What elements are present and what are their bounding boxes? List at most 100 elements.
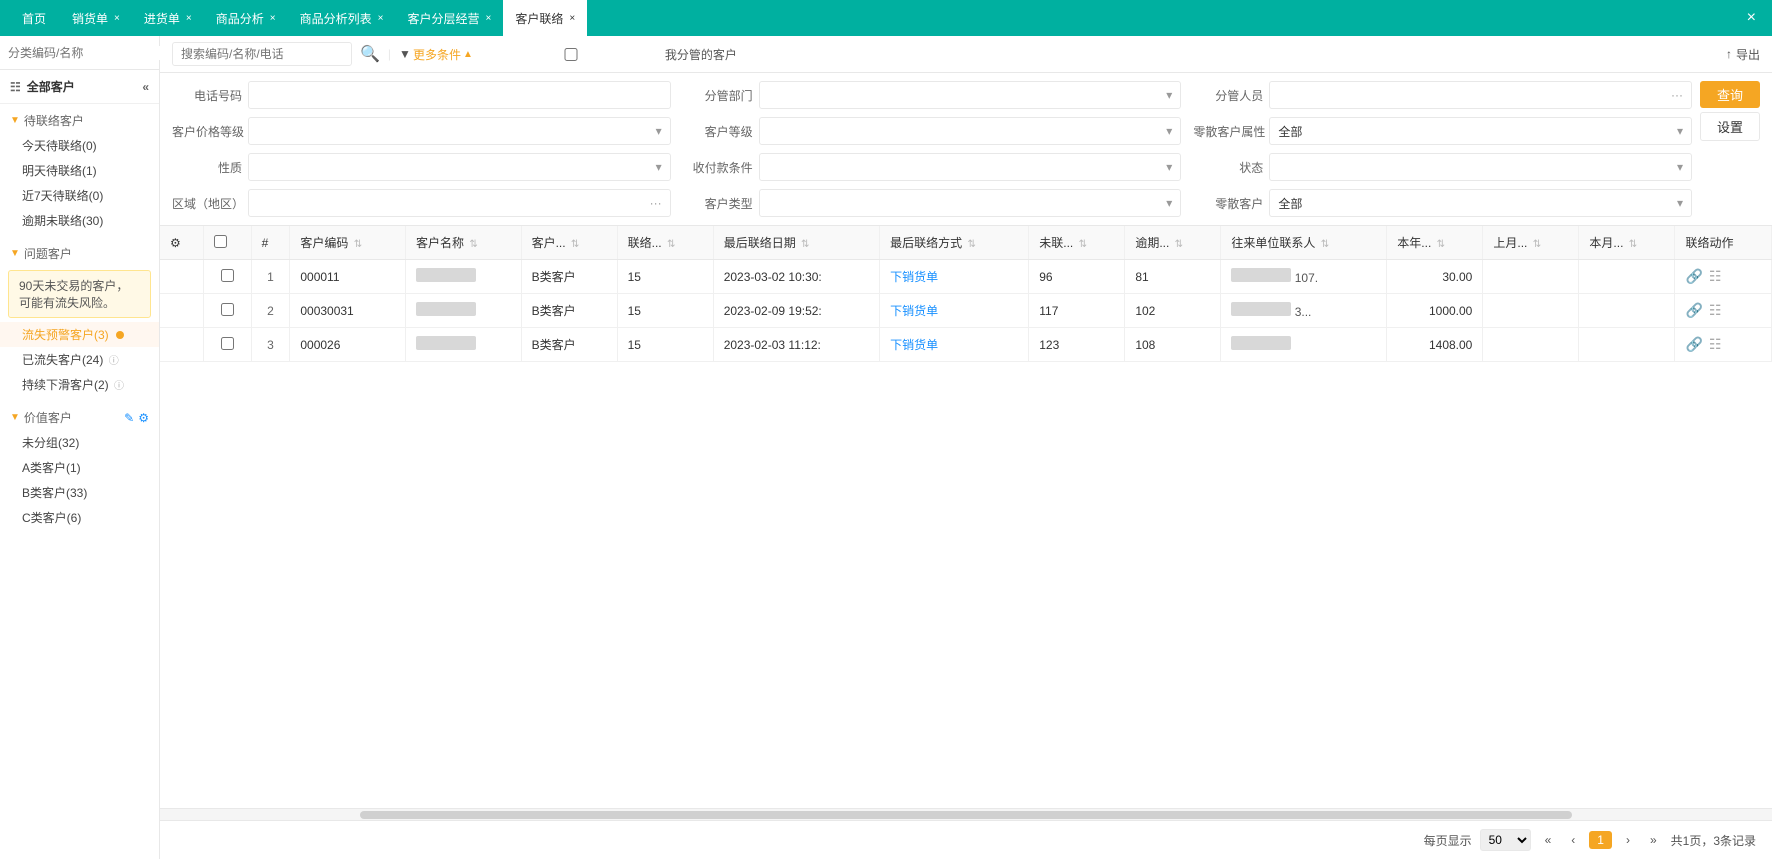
export-button[interactable]: ↑ 导出 <box>1726 46 1760 63</box>
tab-customer-tier[interactable]: 客户分层经营 × <box>395 0 503 36</box>
col-type-header[interactable]: 客户... ⇅ <box>521 226 617 260</box>
row-type-2: B类客户 <box>521 328 617 362</box>
my-customers-checkbox[interactable]: 我分管的客户 <box>481 46 737 63</box>
window-close-button[interactable]: × <box>1739 9 1764 27</box>
tab-purchase[interactable]: 进货单 × <box>132 0 204 36</box>
row-checkbox-1[interactable] <box>204 294 252 328</box>
payment-input[interactable]: ▾ <box>759 153 1182 181</box>
valued-edit-icon[interactable]: ✎ <box>124 411 134 425</box>
sidebar-item-b-class[interactable]: B类客户(33) <box>0 480 159 505</box>
region-input[interactable]: ··· <box>248 189 671 217</box>
row-link-icon-1[interactable]: 🔗 <box>1685 302 1702 319</box>
col-code-header[interactable]: 客户编码 ⇅ <box>290 226 406 260</box>
dropdown-arrow-icon-8: ▾ <box>1677 160 1683 174</box>
tab-sales-close[interactable]: × <box>114 13 120 24</box>
prev-page-btn[interactable]: ‹ <box>1565 831 1581 849</box>
sidebar-search-input[interactable] <box>8 46 163 60</box>
row-last-method-2[interactable]: 下销货单 <box>880 328 1029 362</box>
tab-analysis-list-close[interactable]: × <box>378 13 384 24</box>
atrisk-tooltip: 90天未交易的客户，可能有流失风险。 <box>8 270 151 318</box>
row-grid-icon-0[interactable]: ☷ <box>1709 268 1722 285</box>
tab-analysis-close[interactable]: × <box>270 13 276 24</box>
col-this-month-header[interactable]: 本月... ⇅ <box>1579 226 1675 260</box>
row-link-icon-2[interactable]: 🔗 <box>1685 336 1702 353</box>
tab-customer-tier-close[interactable]: × <box>485 13 491 24</box>
sidebar-item-churn-warning[interactable]: 流失预警客户(3) <box>0 322 159 347</box>
tab-sales[interactable]: 销货单 × <box>60 0 132 36</box>
tab-customer-contact-close[interactable]: × <box>569 13 575 24</box>
sidebar-item-ungrouped[interactable]: 未分组(32) <box>0 430 159 455</box>
sidebar-section-atrisk-title[interactable]: ▼ 问题客户 <box>0 241 159 266</box>
search-button[interactable]: 🔍 <box>360 44 380 64</box>
settings-button[interactable]: 设置 <box>1700 112 1760 141</box>
tab-purchase-close[interactable]: × <box>186 13 192 24</box>
status-input[interactable]: ▾ <box>1269 153 1692 181</box>
sidebar-collapse-icon[interactable]: « <box>142 80 149 94</box>
select-all-checkbox[interactable] <box>214 235 227 248</box>
sidebar-section-pending-title[interactable]: ▼ 待联络客户 <box>0 108 159 133</box>
per-page-select[interactable]: 50 100 200 <box>1480 829 1531 851</box>
sidebar-item-churned[interactable]: 已流失客户(24) ⓘ <box>0 347 159 372</box>
row-grid-icon-2[interactable]: ☷ <box>1709 336 1722 353</box>
customer-type-input[interactable]: ▾ <box>759 189 1182 217</box>
sidebar-item-a-class[interactable]: A类客户(1) <box>0 455 159 480</box>
row-code-1: 00030031 <box>290 294 406 328</box>
retail-attr-input[interactable]: 全部 ▾ <box>1269 117 1692 145</box>
horizontal-scrollbar[interactable] <box>160 808 1772 820</box>
col-name-header[interactable]: 客户名称 ⇅ <box>405 226 521 260</box>
row-contact-person-2 <box>1221 328 1387 362</box>
row-check-0[interactable] <box>221 269 234 282</box>
row-link-icon-0[interactable]: 🔗 <box>1685 268 1702 285</box>
col-last-contact-method-header[interactable]: 最后联络方式 ⇅ <box>880 226 1029 260</box>
tab-analysis-list[interactable]: 商品分析列表 × <box>288 0 396 36</box>
dropdown-arrow-icon-7: ▾ <box>1166 160 1172 174</box>
col-last-contact-date-header[interactable]: 最后联络日期 ⇅ <box>713 226 879 260</box>
row-checkbox-0[interactable] <box>204 260 252 294</box>
row-check-2[interactable] <box>221 337 234 350</box>
sidebar-all-customers-header[interactable]: ☷ 全部客户 « <box>0 70 159 104</box>
row-checkbox-2[interactable] <box>204 328 252 362</box>
row-check-1[interactable] <box>221 303 234 316</box>
phone-input[interactable] <box>248 81 671 109</box>
first-page-btn[interactable]: « <box>1539 831 1558 849</box>
row-overdue-2: 108 <box>1125 328 1221 362</box>
nature-input[interactable]: ▾ <box>248 153 671 181</box>
sidebar-item-c-class[interactable]: C类客户(6) <box>0 505 159 530</box>
valued-section-label: 价值客户 <box>24 409 72 426</box>
col-this-year-header[interactable]: 本年... ⇅ <box>1387 226 1483 260</box>
manager-input[interactable]: ··· <box>1269 81 1692 109</box>
valued-settings-icon[interactable]: ⚙ <box>138 411 149 425</box>
row-last-method-0[interactable]: 下销货单 <box>880 260 1029 294</box>
col-last-month-header[interactable]: 上月... ⇅ <box>1483 226 1579 260</box>
customer-level-input[interactable]: ▾ <box>759 117 1182 145</box>
last-page-btn[interactable]: » <box>1644 831 1663 849</box>
sidebar-item-today-pending[interactable]: 今天待联络(0) <box>0 133 159 158</box>
col-uncontacted-header[interactable]: 未联... ⇅ <box>1029 226 1125 260</box>
price-level-input[interactable]: ▾ <box>248 117 671 145</box>
sidebar-item-overdue-pending[interactable]: 逾期未联络(30) <box>0 208 159 233</box>
sort-icon-4: ⇅ <box>667 239 675 250</box>
sidebar-section-valued-title[interactable]: ▼ 价值客户 ✎ ⚙ <box>0 405 159 430</box>
col-settings-header[interactable]: ⚙ <box>160 226 204 260</box>
row-last-method-1[interactable]: 下销货单 <box>880 294 1029 328</box>
next-page-btn[interactable]: › <box>1620 831 1636 849</box>
tab-customer-contact[interactable]: 客户联络 × <box>503 0 587 36</box>
col-overdue-header[interactable]: 逾期... ⇅ <box>1125 226 1221 260</box>
retail-input[interactable]: 全部 ▾ <box>1269 189 1692 217</box>
sidebar-item-tomorrow-pending[interactable]: 明天待联络(1) <box>0 158 159 183</box>
my-customers-check[interactable] <box>481 48 661 61</box>
more-conditions-button[interactable]: ▼ 更多条件 ▲ <box>399 46 473 63</box>
row-number-2: 3 <box>251 328 290 362</box>
col-checkbox-header[interactable] <box>204 226 252 260</box>
query-button[interactable]: 查询 <box>1700 81 1760 108</box>
sidebar-item-declining[interactable]: 持续下滑客户(2) ⓘ <box>0 372 159 397</box>
row-actions-2: 🔗 ☷ <box>1675 328 1772 362</box>
search-input[interactable] <box>172 42 352 66</box>
tab-analysis[interactable]: 商品分析 × <box>204 0 288 36</box>
tab-home[interactable]: 首页 <box>8 0 60 36</box>
department-input[interactable]: ▾ <box>759 81 1182 109</box>
col-contact-person-header[interactable]: 往来单位联系人 ⇅ <box>1221 226 1387 260</box>
row-grid-icon-1[interactable]: ☷ <box>1709 302 1722 319</box>
col-contacts-header[interactable]: 联络... ⇅ <box>617 226 713 260</box>
sidebar-item-7day-pending[interactable]: 近7天待联络(0) <box>0 183 159 208</box>
